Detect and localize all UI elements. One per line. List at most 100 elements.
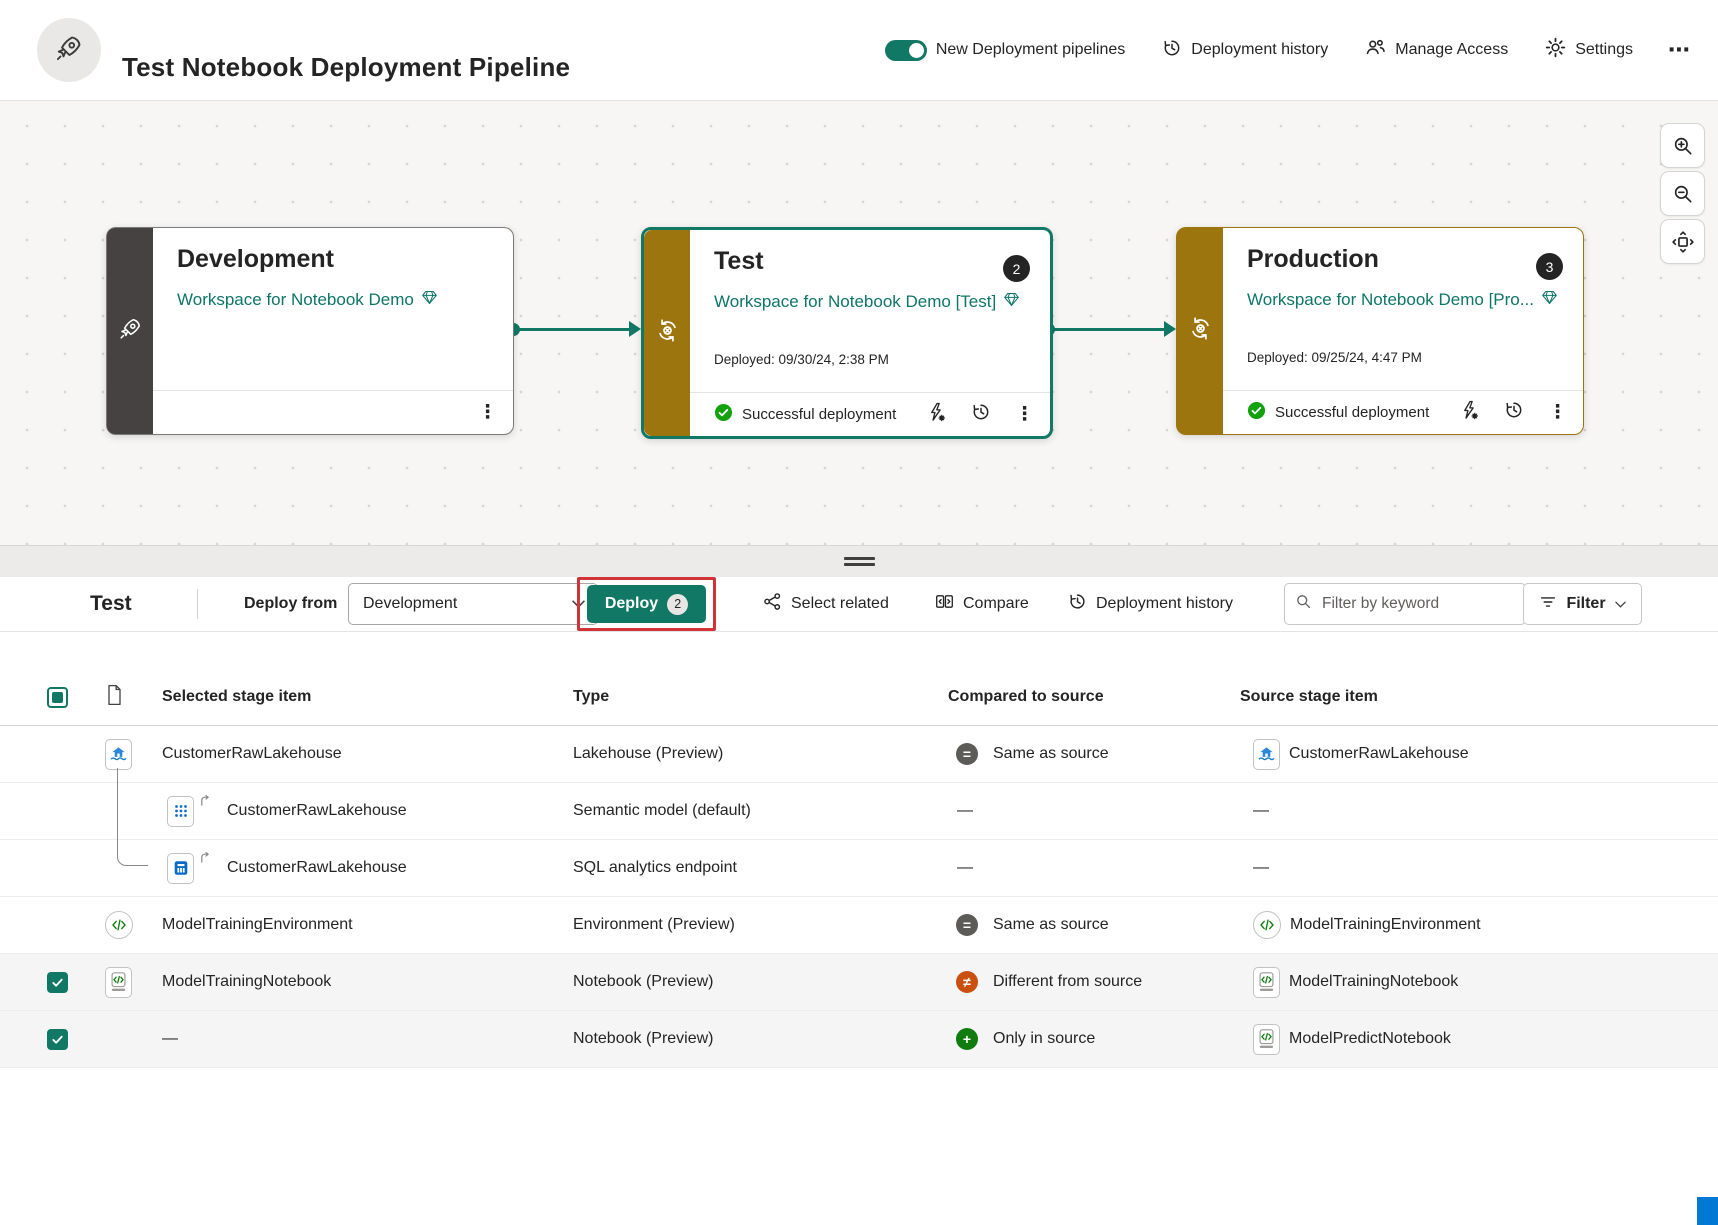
row-checkbox[interactable] bbox=[47, 971, 68, 993]
workspace-link[interactable]: Workspace for Notebook Demo [Pro... bbox=[1247, 289, 1558, 311]
item-name: ModelTrainingNotebook bbox=[162, 973, 332, 990]
connector-dev-test bbox=[507, 321, 641, 337]
stage-card-footer: Successful deployment ⋮ bbox=[690, 392, 1050, 436]
item-name: CustomerRawLakehouse bbox=[162, 745, 342, 762]
tree-connector bbox=[117, 768, 148, 866]
notebook-icon bbox=[1253, 966, 1280, 998]
deployment-history-button[interactable]: Deployment history bbox=[1068, 592, 1233, 616]
deploy-icon[interactable] bbox=[926, 402, 947, 428]
lakehouse-icon bbox=[1253, 738, 1280, 770]
panel-splitter bbox=[0, 545, 1718, 578]
gear-icon bbox=[1545, 37, 1566, 63]
connector-arrow-icon bbox=[629, 321, 641, 337]
app-header: Test Notebook Deployment Pipeline New De… bbox=[0, 0, 1718, 101]
select-all-checkbox[interactable] bbox=[47, 686, 68, 708]
toggle-on[interactable] bbox=[884, 39, 927, 61]
environment-icon bbox=[105, 911, 133, 939]
settings-button[interactable]: Settings bbox=[1533, 29, 1645, 71]
kebab-menu-icon[interactable]: ⋮ bbox=[1548, 403, 1567, 422]
more-options-icon[interactable]: ⋯ bbox=[1658, 37, 1700, 63]
item-count-badge: 2 bbox=[1003, 255, 1030, 282]
row-checkbox[interactable] bbox=[47, 1028, 68, 1050]
notebook-icon bbox=[1253, 1023, 1280, 1055]
column-header-item[interactable]: Selected stage item bbox=[162, 688, 573, 706]
table-row[interactable]: CustomerRawLakehouse Lakehouse (Preview)… bbox=[0, 726, 1718, 783]
stage-card-production[interactable]: Production 3 Workspace for Notebook Demo… bbox=[1176, 227, 1584, 435]
stage-toolbar: Test Deploy from Development Deploy 2 Se… bbox=[0, 577, 1718, 632]
table-row[interactable]: ModelTrainingNotebook Notebook (Preview)… bbox=[0, 954, 1718, 1011]
settings-label: Settings bbox=[1575, 41, 1633, 58]
deploy-count-badge: 2 bbox=[667, 593, 689, 615]
column-header-compared[interactable]: Compared to source bbox=[948, 688, 1240, 706]
deploy-button[interactable]: Deploy 2 bbox=[587, 585, 706, 623]
splitter-drag-handle[interactable] bbox=[844, 557, 875, 566]
new-pipelines-toggle-item[interactable]: New Deployment pipelines bbox=[873, 32, 1137, 69]
deployment-history-label: Deployment history bbox=[1191, 41, 1329, 58]
stage-card-footer: Successful deployment ⋮ bbox=[1223, 390, 1583, 434]
deployment-status: Successful deployment bbox=[714, 403, 896, 426]
zoom-out-button[interactable] bbox=[1660, 171, 1705, 216]
people-icon bbox=[1365, 37, 1386, 63]
stage-card-test[interactable]: Test 2 Workspace for Notebook Demo [Test… bbox=[641, 227, 1053, 439]
search-icon bbox=[1295, 593, 1312, 615]
chevron-down-icon bbox=[1614, 595, 1626, 613]
table-row[interactable]: ModelTrainingEnvironment Environment (Pr… bbox=[0, 897, 1718, 954]
same-as-source-icon: = bbox=[956, 743, 978, 765]
success-check-icon bbox=[1247, 401, 1266, 424]
zoom-in-button[interactable] bbox=[1660, 123, 1705, 168]
compared-status: — bbox=[957, 859, 973, 876]
column-header-type[interactable]: Type bbox=[573, 688, 948, 706]
compared-status: ≠ Different from source bbox=[948, 971, 1240, 993]
source-item-name: ModelTrainingNotebook bbox=[1289, 973, 1459, 990]
table-header-row: Selected stage item Type Compared to sou… bbox=[0, 669, 1718, 726]
compare-icon bbox=[935, 592, 954, 616]
deploy-button-highlight: Deploy 2 bbox=[577, 577, 716, 631]
deploy-icon[interactable] bbox=[1459, 400, 1480, 426]
manage-access-button[interactable]: Manage Access bbox=[1353, 29, 1520, 71]
workspace-link[interactable]: Workspace for Notebook Demo [Test] bbox=[714, 291, 1020, 313]
item-type: Semantic model (default) bbox=[573, 802, 751, 819]
source-item: ModelTrainingNotebook bbox=[1240, 966, 1718, 998]
compared-status: — bbox=[957, 802, 973, 819]
history-icon[interactable] bbox=[971, 402, 991, 427]
compared-status: = Same as source bbox=[948, 743, 1240, 765]
item-type: Notebook (Preview) bbox=[573, 973, 714, 990]
workspace-link[interactable]: Workspace for Notebook Demo bbox=[177, 289, 438, 311]
stage-strip bbox=[1177, 228, 1223, 434]
sub-item-arrow-icon bbox=[200, 793, 211, 811]
fit-to-view-button[interactable] bbox=[1660, 219, 1705, 264]
connector-test-prod bbox=[1042, 321, 1176, 337]
window-corner-artifact bbox=[1697, 1197, 1718, 1225]
kebab-menu-icon[interactable]: ⋮ bbox=[478, 403, 497, 422]
lakehouse-icon bbox=[105, 738, 132, 770]
canvas-zoom-controls bbox=[1660, 123, 1705, 264]
select-related-button[interactable]: Select related bbox=[763, 592, 889, 616]
stage-items-table: Selected stage item Type Compared to sou… bbox=[0, 631, 1718, 1068]
deployment-status: Successful deployment bbox=[1247, 401, 1429, 424]
filter-button[interactable]: Filter bbox=[1523, 583, 1642, 625]
table-row[interactable]: CustomerRawLakehouse SQL analytics endpo… bbox=[0, 840, 1718, 897]
history-icon[interactable] bbox=[1504, 400, 1524, 425]
success-check-icon bbox=[714, 403, 733, 426]
rocket-icon bbox=[54, 33, 84, 68]
compare-button[interactable]: Compare bbox=[935, 592, 1029, 616]
kebab-menu-icon[interactable]: ⋮ bbox=[1015, 405, 1034, 424]
item-count-badge: 3 bbox=[1536, 253, 1563, 280]
deploy-from-select[interactable]: Development bbox=[348, 583, 598, 625]
gem-icon bbox=[1003, 291, 1020, 313]
source-item: — bbox=[1253, 802, 1269, 819]
item-name: CustomerRawLakehouse bbox=[227, 802, 407, 819]
header-menu: New Deployment pipelines Deployment hist… bbox=[873, 0, 1700, 100]
stage-card-development[interactable]: Development Workspace for Notebook Demo … bbox=[106, 227, 514, 435]
column-header-source[interactable]: Source stage item bbox=[1240, 688, 1718, 706]
item-type: SQL analytics endpoint bbox=[573, 859, 737, 876]
table-row[interactable]: — Notebook (Preview) + Only in source Mo… bbox=[0, 1011, 1718, 1068]
keyword-filter-input[interactable] bbox=[1320, 594, 1515, 614]
deployment-history-button[interactable]: Deployment history bbox=[1150, 30, 1340, 71]
item-type-column-icon bbox=[105, 684, 124, 711]
table-row[interactable]: CustomerRawLakehouse Semantic model (def… bbox=[0, 783, 1718, 840]
sync-icon bbox=[654, 317, 681, 349]
stage-strip bbox=[107, 228, 153, 434]
stage-panel-title: Test bbox=[90, 592, 132, 615]
divider bbox=[197, 589, 198, 619]
